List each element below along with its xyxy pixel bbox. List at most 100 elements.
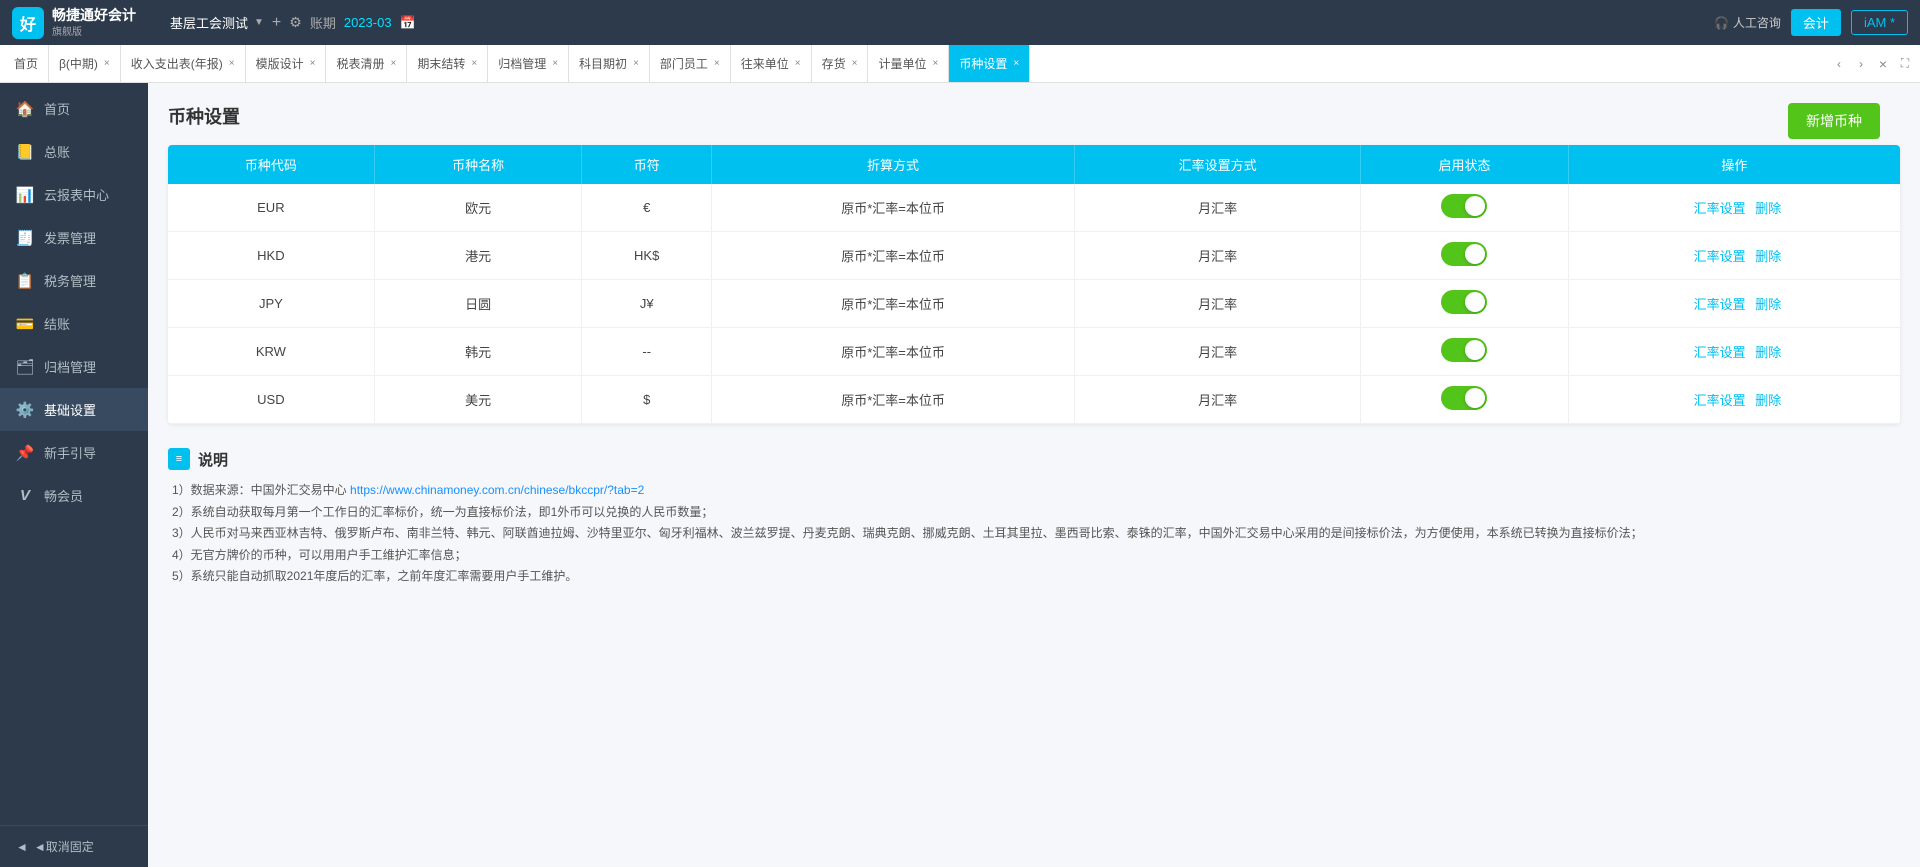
tab-unit-label: 计量单位	[878, 55, 926, 72]
notice-item-1: 1）数据来源：中国外汇交易中心 https://www.chinamoney.c…	[168, 480, 1900, 502]
tab-tax[interactable]: 税表清册 ×	[326, 45, 407, 83]
tab-currency-label: 币种设置	[959, 55, 1007, 72]
main-layout: 🏠 首页 📒 总账 📊 云报表中心 🧾 发票管理 📋 税务管理 💳 结账	[0, 83, 1920, 867]
tab-partner-label: 往来单位	[741, 55, 789, 72]
top-right: 🎧 人工咨询 会计 iAM *	[1714, 9, 1908, 36]
tab-template[interactable]: 模版设计 ×	[246, 45, 327, 83]
table-header-row: 币种代码 币种名称 币符 折算方式 汇率设置方式 启用状态 操作	[168, 145, 1900, 184]
tab-partner[interactable]: 往来单位 ×	[731, 45, 812, 83]
account-button[interactable]: 会计	[1791, 9, 1841, 36]
period-label: 账期	[310, 13, 336, 32]
sidebar-item-report[interactable]: 📊 云报表中心	[0, 173, 148, 216]
tab-close-all-btn[interactable]: ×	[1872, 45, 1894, 83]
rate-setting-link-4[interactable]: 汇率设置	[1694, 393, 1746, 408]
tab-currency-close[interactable]: ×	[1013, 58, 1019, 69]
sidebar-item-member[interactable]: V 畅会员	[0, 474, 148, 517]
tab-unit-close[interactable]: ×	[933, 58, 939, 69]
rate-setting-link-0[interactable]: 汇率设置	[1694, 201, 1746, 216]
tab-unit[interactable]: 计量单位 ×	[868, 45, 949, 83]
collapse-icon: ◄	[16, 840, 28, 854]
toggle-enabled-3[interactable]	[1441, 338, 1487, 362]
sidebar-item-ledger[interactable]: 📒 总账	[0, 130, 148, 173]
sidebar-item-invoice[interactable]: 🧾 发票管理	[0, 216, 148, 259]
tab-period-close[interactable]: ×	[471, 58, 477, 69]
tab-template-close[interactable]: ×	[310, 58, 316, 69]
sidebar-item-home[interactable]: 🏠 首页	[0, 87, 148, 130]
tab-archive-label: 归档管理	[498, 55, 546, 72]
tab-dept[interactable]: 部门员工 ×	[650, 45, 731, 83]
sidebar-home-label: 首页	[44, 99, 70, 118]
top-center: 基层工会测试 ▼ + ⚙ 账期 2023-03 📅	[170, 13, 1704, 32]
rate-setting-link-2[interactable]: 汇率设置	[1694, 297, 1746, 312]
sidebar-item-settings[interactable]: ⚙️ 基础设置	[0, 388, 148, 431]
tab-expand-btn[interactable]: ⛶	[1894, 45, 1916, 83]
cell-status-3	[1361, 328, 1569, 376]
tab-prev-btn[interactable]: ‹	[1828, 45, 1850, 83]
support-button[interactable]: 🎧 人工咨询	[1714, 14, 1781, 31]
cell-symbol-0: €	[582, 184, 711, 232]
company-selector[interactable]: 基层工会测试 ▼	[170, 13, 264, 32]
iam-button[interactable]: iAM *	[1851, 10, 1908, 35]
tab-partner-close[interactable]: ×	[795, 58, 801, 69]
delete-link-0[interactable]: 删除	[1755, 201, 1781, 216]
invoice-icon: 🧾	[16, 229, 34, 247]
tab-archive[interactable]: 归档管理 ×	[488, 45, 569, 83]
toggle-knob-2	[1465, 292, 1485, 312]
tab-inventory[interactable]: 存货 ×	[812, 45, 869, 83]
notice-item-3: 3）人民币对马来西亚林吉特、俄罗斯卢布、南非兰特、韩元、阿联酋迪拉姆、沙特里亚尔…	[168, 523, 1900, 545]
sidebar-item-archive[interactable]: 🗂 归档管理	[0, 345, 148, 388]
table-row: KRW 韩元 -- 原币*汇率=本位币 月汇率 汇率设置 删除	[168, 328, 1900, 376]
period-value: 2023-03	[344, 15, 392, 30]
sidebar-collapse-btn[interactable]: ◄ ◄取消固定	[0, 825, 148, 867]
notice-icon: ≡	[168, 448, 190, 470]
tab-subject-close[interactable]: ×	[633, 58, 639, 69]
tab-inventory-close[interactable]: ×	[852, 58, 858, 69]
delete-link-4[interactable]: 删除	[1755, 393, 1781, 408]
sidebar-item-tax[interactable]: 📋 税务管理	[0, 259, 148, 302]
add-company-btn[interactable]: +	[272, 14, 281, 32]
tab-period[interactable]: 期末结转 ×	[407, 45, 488, 83]
settings-icon[interactable]: ⚙	[289, 14, 302, 31]
sidebar-settings-label: 基础设置	[44, 400, 96, 419]
tab-archive-close[interactable]: ×	[552, 58, 558, 69]
sidebar-item-settle[interactable]: 💳 结账	[0, 302, 148, 345]
toggle-knob-4	[1465, 388, 1485, 408]
sidebar-archive-label: 归档管理	[44, 357, 96, 376]
cell-calc-2: 原币*汇率=本位币	[711, 280, 1074, 328]
tax-icon: 📋	[16, 272, 34, 290]
toggle-enabled-1[interactable]	[1441, 242, 1487, 266]
delete-link-2[interactable]: 删除	[1755, 297, 1781, 312]
cell-calc-3: 原币*汇率=本位币	[711, 328, 1074, 376]
notice-list: 1）数据来源：中国外汇交易中心 https://www.chinamoney.c…	[168, 480, 1900, 588]
tab-dept-close[interactable]: ×	[714, 58, 720, 69]
sidebar-item-guide[interactable]: 📌 新手引导	[0, 431, 148, 474]
delete-link-1[interactable]: 删除	[1755, 249, 1781, 264]
delete-link-3[interactable]: 删除	[1755, 345, 1781, 360]
tab-next-btn[interactable]: ›	[1850, 45, 1872, 83]
tab-subject[interactable]: 科目期初 ×	[569, 45, 650, 83]
tab-subject-label: 科目期初	[579, 55, 627, 72]
tab-beta[interactable]: β(中期) ×	[49, 45, 121, 83]
rate-setting-link-1[interactable]: 汇率设置	[1694, 249, 1746, 264]
col-name: 币种名称	[374, 145, 582, 184]
new-currency-button[interactable]: 新增币种	[1788, 103, 1880, 139]
sidebar-guide-label: 新手引导	[44, 443, 96, 462]
toggle-enabled-2[interactable]	[1441, 290, 1487, 314]
cell-rate-3: 月汇率	[1075, 328, 1361, 376]
calendar-icon[interactable]: 📅	[400, 15, 416, 31]
notice-title: ≡ 说明	[168, 448, 1900, 470]
tab-home[interactable]: 首页	[4, 45, 49, 83]
toggle-enabled-0[interactable]	[1441, 194, 1487, 218]
toggle-enabled-4[interactable]	[1441, 386, 1487, 410]
sidebar: 🏠 首页 📒 总账 📊 云报表中心 🧾 发票管理 📋 税务管理 💳 结账	[0, 83, 148, 867]
tab-income-close[interactable]: ×	[229, 58, 235, 69]
tab-income[interactable]: 收入支出表(年报) ×	[121, 45, 246, 83]
rate-setting-link-3[interactable]: 汇率设置	[1694, 345, 1746, 360]
tab-beta-close[interactable]: ×	[104, 58, 110, 69]
tab-tax-close[interactable]: ×	[390, 58, 396, 69]
cell-status-2	[1361, 280, 1569, 328]
table-row: JPY 日圆 J¥ 原币*汇率=本位币 月汇率 汇率设置 删除	[168, 280, 1900, 328]
tab-currency[interactable]: 币种设置 ×	[949, 45, 1030, 83]
cell-name-1: 港元	[374, 232, 582, 280]
notice-link[interactable]: https://www.chinamoney.com.cn/chinese/bk…	[350, 483, 644, 497]
